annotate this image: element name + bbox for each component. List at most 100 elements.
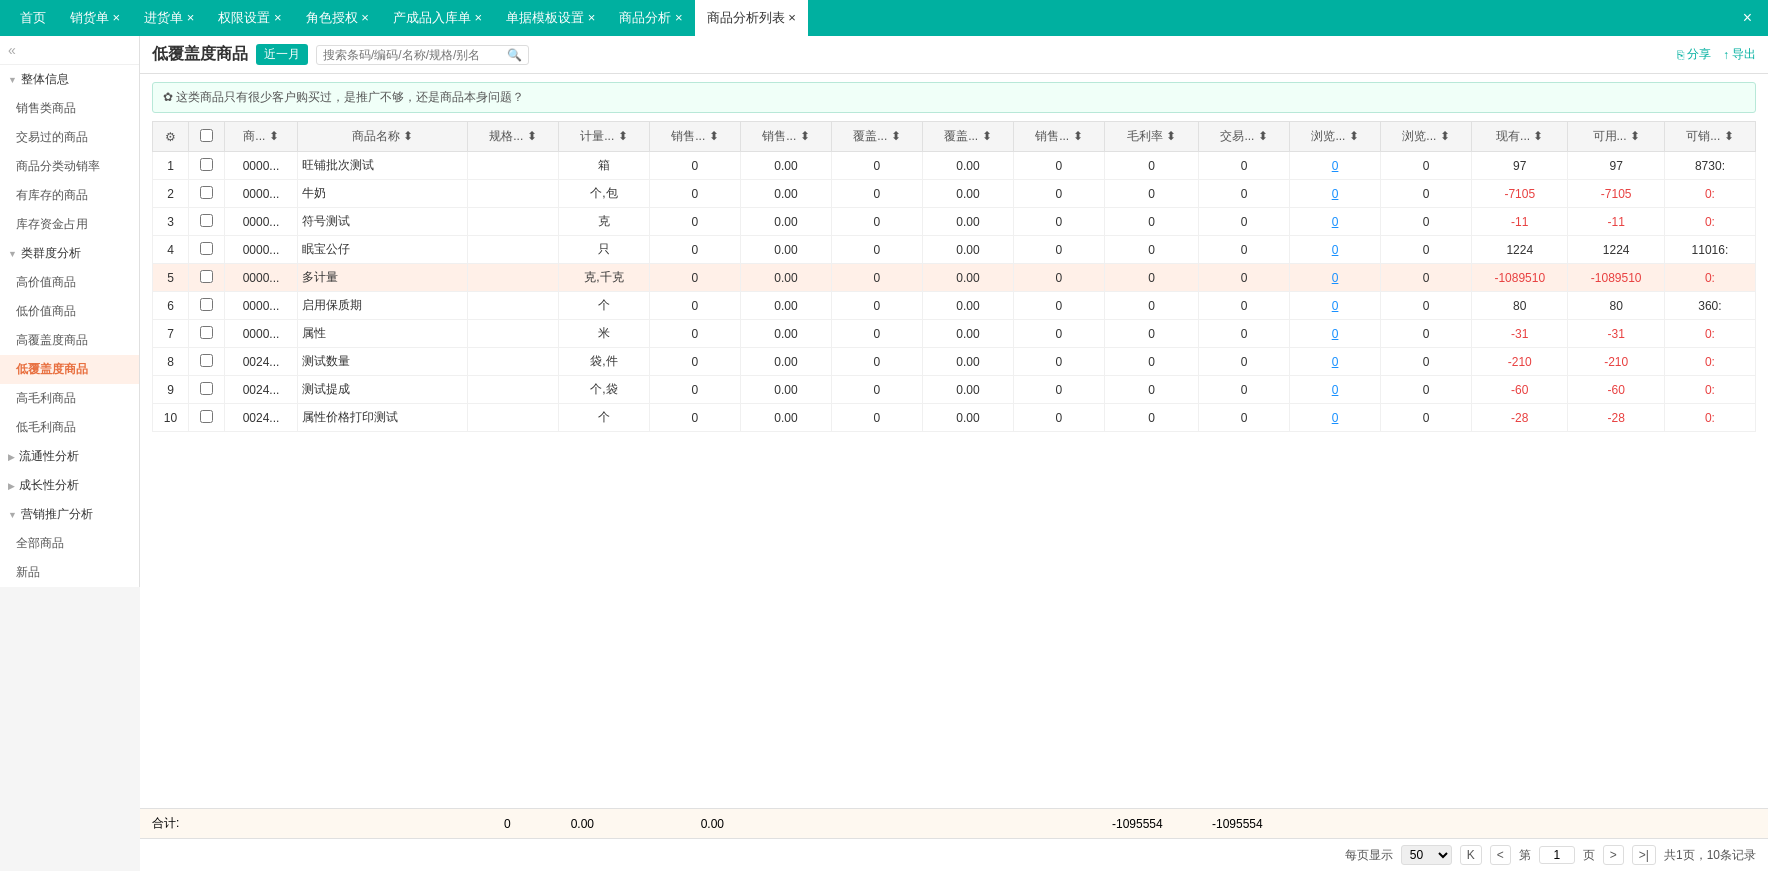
column-gross-margin[interactable]: 毛利率 ⬍ <box>1104 122 1198 152</box>
nav-sales-order[interactable]: 销货单 × <box>58 0 132 36</box>
sidebar-item-new-goods[interactable]: 新品 <box>0 558 139 587</box>
column-name[interactable]: 商品名称 ⬍ <box>298 122 468 152</box>
sidebar-item-in-stock-goods[interactable]: 有库存的商品 <box>0 181 139 210</box>
content-header: 低覆盖度商品 近一月 🔍 ⎘ 分享 ↑ 导出 <box>140 36 1768 74</box>
cell-available-stock: -11 <box>1568 208 1664 236</box>
column-trade[interactable]: 交易... ⬍ <box>1199 122 1290 152</box>
cell-sales-amt: 0.00 <box>740 404 831 432</box>
cell-cover1: 0 <box>831 404 922 432</box>
column-sales-amt[interactable]: 销售... ⬍ <box>740 122 831 152</box>
row-checkbox[interactable] <box>200 214 213 227</box>
row-checkbox[interactable] <box>200 326 213 339</box>
sidebar-item-low-value[interactable]: 低价值商品 <box>0 297 139 326</box>
nav-product-warehouse[interactable]: 产成品入库单 × <box>381 0 494 36</box>
footer-cells: 0 0.00 0.00 -1095554 -1095554 <box>187 817 1756 831</box>
cell-spec <box>467 404 558 432</box>
select-all-checkbox[interactable] <box>200 129 213 142</box>
sidebar-item-capital-occupation[interactable]: 库存资金占用 <box>0 210 139 239</box>
row-checkbox[interactable] <box>200 158 213 171</box>
page-size-select[interactable]: 50 100 200 <box>1401 845 1452 865</box>
first-page-btn[interactable]: K <box>1460 845 1482 865</box>
sidebar-section-cluster[interactable]: ▼ 类群度分析 <box>0 239 139 268</box>
pagination: 每页显示 50 100 200 K < 第 页 > >| 共1页，10条记录 <box>140 838 1768 871</box>
cell-browse1[interactable]: 0 <box>1290 404 1381 432</box>
cell-unit: 米 <box>558 320 649 348</box>
current-page-input[interactable] <box>1539 846 1575 864</box>
nav-product-analysis[interactable]: 商品分析 × <box>607 0 694 36</box>
sidebar-section-marketing[interactable]: ▼ 营销推广分析 <box>0 500 139 529</box>
sidebar-item-sales-goods[interactable]: 销售类商品 <box>0 94 139 123</box>
column-browse1[interactable]: 浏览... ⬍ <box>1290 122 1381 152</box>
cell-gross-margin: 0 <box>1104 292 1198 320</box>
column-sales-count[interactable]: 销售... ⬍ <box>1013 122 1104 152</box>
cell-name: 多计量 <box>298 264 468 292</box>
search-input[interactable] <box>323 48 503 62</box>
column-spec[interactable]: 规格... ⬍ <box>467 122 558 152</box>
share-button[interactable]: ⎘ 分享 <box>1677 46 1711 63</box>
nav-product-analysis-list[interactable]: 商品分析列表 × <box>695 0 808 36</box>
cell-browse1[interactable]: 0 <box>1290 348 1381 376</box>
cell-browse1[interactable]: 0 <box>1290 292 1381 320</box>
column-cover2[interactable]: 覆盖... ⬍ <box>922 122 1013 152</box>
column-available-stock[interactable]: 可用... ⬍ <box>1568 122 1664 152</box>
column-sales-qty[interactable]: 销售... ⬍ <box>649 122 740 152</box>
column-browse2[interactable]: 浏览... ⬍ <box>1381 122 1472 152</box>
cell-sales-amt: 0.00 <box>740 348 831 376</box>
cell-cover1: 0 <box>831 320 922 348</box>
next-page-btn[interactable]: > <box>1603 845 1624 865</box>
nav-home[interactable]: 首页 <box>8 0 58 36</box>
column-settings[interactable]: ⚙ <box>153 122 189 152</box>
cell-browse1[interactable]: 0 <box>1290 320 1381 348</box>
sidebar-item-high-gross[interactable]: 高毛利商品 <box>0 384 139 413</box>
row-checkbox[interactable] <box>200 270 213 283</box>
period-button[interactable]: 近一月 <box>256 44 308 65</box>
row-checkbox[interactable] <box>200 186 213 199</box>
sidebar-section-growth[interactable]: ▶ 成长性分析 <box>0 471 139 500</box>
cell-spec <box>467 180 558 208</box>
sidebar-item-low-gross[interactable]: 低毛利商品 <box>0 413 139 442</box>
sidebar-item-traded-goods[interactable]: 交易过的商品 <box>0 123 139 152</box>
sidebar-item-category-turnover[interactable]: 商品分类动销率 <box>0 152 139 181</box>
column-current-stock[interactable]: 现有... ⬍ <box>1472 122 1568 152</box>
cell-browse1[interactable]: 0 <box>1290 376 1381 404</box>
nav-permission-settings[interactable]: 权限设置 × <box>206 0 293 36</box>
row-checkbox[interactable] <box>200 354 213 367</box>
cell-browse1[interactable]: 0 <box>1290 236 1381 264</box>
row-checkbox[interactable] <box>200 242 213 255</box>
cell-current-stock: -31 <box>1472 320 1568 348</box>
cell-browse1[interactable]: 0 <box>1290 264 1381 292</box>
nav-role-auth[interactable]: 角色授权 × <box>294 0 381 36</box>
row-checkbox[interactable] <box>200 298 213 311</box>
cell-current-stock: 1224 <box>1472 236 1568 264</box>
column-unit[interactable]: 计量... ⬍ <box>558 122 649 152</box>
cell-trade: 0 <box>1199 404 1290 432</box>
search-icon[interactable]: 🔍 <box>507 48 522 62</box>
cell-browse1[interactable]: 0 <box>1290 208 1381 236</box>
export-button[interactable]: ↑ 导出 <box>1723 46 1756 63</box>
sidebar-item-high-coverage[interactable]: 高覆盖度商品 <box>0 326 139 355</box>
cell-cover2: 0.00 <box>922 264 1013 292</box>
sidebar-item-low-coverage[interactable]: 低覆盖度商品 <box>0 355 139 384</box>
cell-unit: 个 <box>558 404 649 432</box>
column-cover1[interactable]: 覆盖... ⬍ <box>831 122 922 152</box>
row-checkbox[interactable] <box>200 410 213 423</box>
nav-template-settings[interactable]: 单据模板设置 × <box>494 0 607 36</box>
prev-page-btn[interactable]: < <box>1490 845 1511 865</box>
sidebar-section-liquidity[interactable]: ▶ 流通性分析 <box>0 442 139 471</box>
sidebar-item-high-value[interactable]: 高价值商品 <box>0 268 139 297</box>
sidebar-section-overall[interactable]: ▼ 整体信息 <box>0 65 139 94</box>
sidebar-collapse-btn[interactable]: « <box>8 42 16 58</box>
cell-browse1[interactable]: 0 <box>1290 180 1381 208</box>
column-code[interactable]: 商... ⬍ <box>224 122 298 152</box>
cell-unit: 个,袋 <box>558 376 649 404</box>
row-checkbox[interactable] <box>200 382 213 395</box>
nav-purchase-order[interactable]: 进货单 × <box>132 0 206 36</box>
close-all-tabs[interactable]: × <box>1735 9 1760 27</box>
cell-browse1[interactable]: 0 <box>1290 152 1381 180</box>
cell-spec <box>467 264 558 292</box>
column-saleable[interactable]: 可销... ⬍ <box>1664 122 1755 152</box>
last-page-btn[interactable]: >| <box>1632 845 1656 865</box>
cell-trade: 0 <box>1199 208 1290 236</box>
sidebar-item-all-goods[interactable]: 全部商品 <box>0 529 139 558</box>
cell-cover1: 0 <box>831 264 922 292</box>
